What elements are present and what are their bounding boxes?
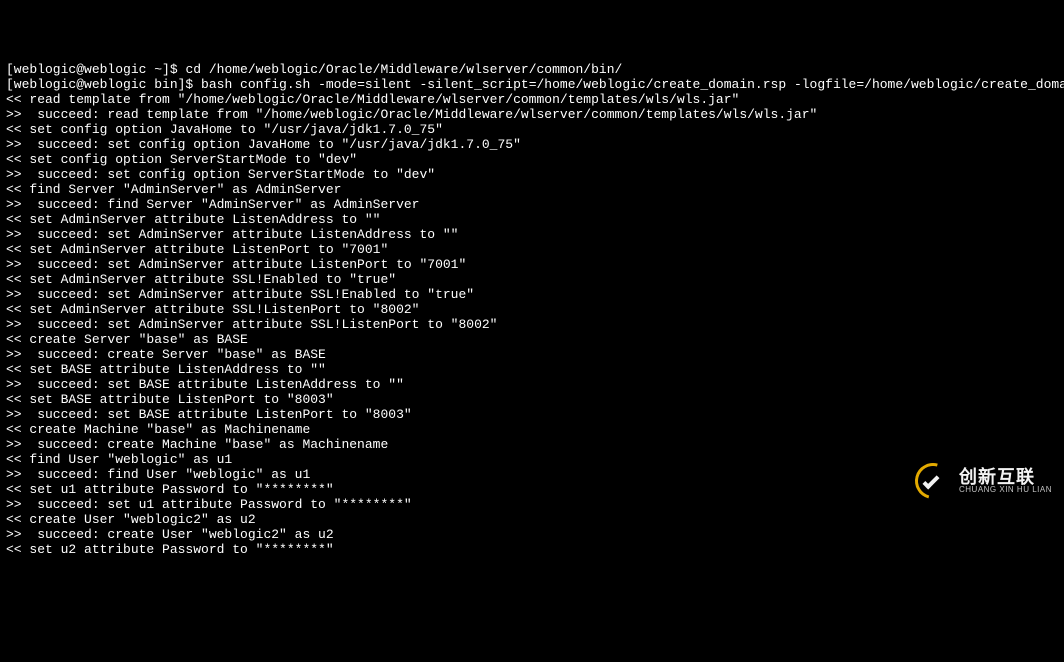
- output-line: >> succeed: set config option JavaHome t…: [6, 137, 1058, 152]
- output-line: >> succeed: create User "weblogic2" as u…: [6, 527, 1058, 542]
- shell-command: bash config.sh -mode=silent -silent_scri…: [201, 77, 1064, 92]
- shell-command: cd /home/weblogic/Oracle/Middleware/wlse…: [185, 62, 622, 77]
- output-line: >> succeed: set AdminServer attribute Li…: [6, 227, 1058, 242]
- output-line: << set AdminServer attribute ListenAddre…: [6, 212, 1058, 227]
- output-line: >> succeed: set BASE attribute ListenAdd…: [6, 377, 1058, 392]
- output-line: << set BASE attribute ListenPort to "800…: [6, 392, 1058, 407]
- output-line: << set AdminServer attribute SSL!ListenP…: [6, 302, 1058, 317]
- output-line: >> succeed: find User "weblogic" as u1: [6, 467, 1058, 482]
- output-line: << set config option JavaHome to "/usr/j…: [6, 122, 1058, 137]
- shell-prompt: [weblogic@weblogic bin]$: [6, 77, 201, 92]
- output-line: << set u1 attribute Password to "*******…: [6, 482, 1058, 497]
- output-line: >> succeed: find Server "AdminServer" as…: [6, 197, 1058, 212]
- output-line: >> succeed: read template from "/home/we…: [6, 107, 1058, 122]
- brand-subtitle: CHUANG XIN HU LIAN: [959, 486, 1052, 494]
- prompt-line: [weblogic@weblogic bin]$ bash config.sh …: [6, 77, 1058, 92]
- output-line: << read template from "/home/weblogic/Or…: [6, 92, 1058, 107]
- output-line: << create Server "base" as BASE: [6, 332, 1058, 347]
- output-line: << create Machine "base" as Machinename: [6, 422, 1058, 437]
- output-line: >> succeed: set u1 attribute Password to…: [6, 497, 1058, 512]
- output-line: << create User "weblogic2" as u2: [6, 512, 1058, 527]
- output-line: << set u2 attribute Password to "*******…: [6, 542, 1058, 557]
- output-line: << set AdminServer attribute ListenPort …: [6, 242, 1058, 257]
- output-line: >> succeed: set AdminServer attribute Li…: [6, 257, 1058, 272]
- brand-logo-icon: [915, 463, 951, 499]
- brand-name: 创新互联: [959, 468, 1052, 486]
- watermark: 创新互联 CHUANG XIN HU LIAN: [915, 463, 1052, 499]
- output-line: << set AdminServer attribute SSL!Enabled…: [6, 272, 1058, 287]
- terminal-output: [weblogic@weblogic ~]$ cd /home/weblogic…: [6, 62, 1058, 557]
- output-line: << find Server "AdminServer" as AdminSer…: [6, 182, 1058, 197]
- output-line: >> succeed: set BASE attribute ListenPor…: [6, 407, 1058, 422]
- prompt-line: [weblogic@weblogic ~]$ cd /home/weblogic…: [6, 62, 1058, 77]
- output-line: >> succeed: create Server "base" as BASE: [6, 347, 1058, 362]
- output-line: >> succeed: set config option ServerStar…: [6, 167, 1058, 182]
- output-line: >> succeed: set AdminServer attribute SS…: [6, 287, 1058, 302]
- output-line: << set BASE attribute ListenAddress to "…: [6, 362, 1058, 377]
- output-line: >> succeed: set AdminServer attribute SS…: [6, 317, 1058, 332]
- output-line: << set config option ServerStartMode to …: [6, 152, 1058, 167]
- shell-prompt: [weblogic@weblogic ~]$: [6, 62, 185, 77]
- output-line: << find User "weblogic" as u1: [6, 452, 1058, 467]
- output-line: >> succeed: create Machine "base" as Mac…: [6, 437, 1058, 452]
